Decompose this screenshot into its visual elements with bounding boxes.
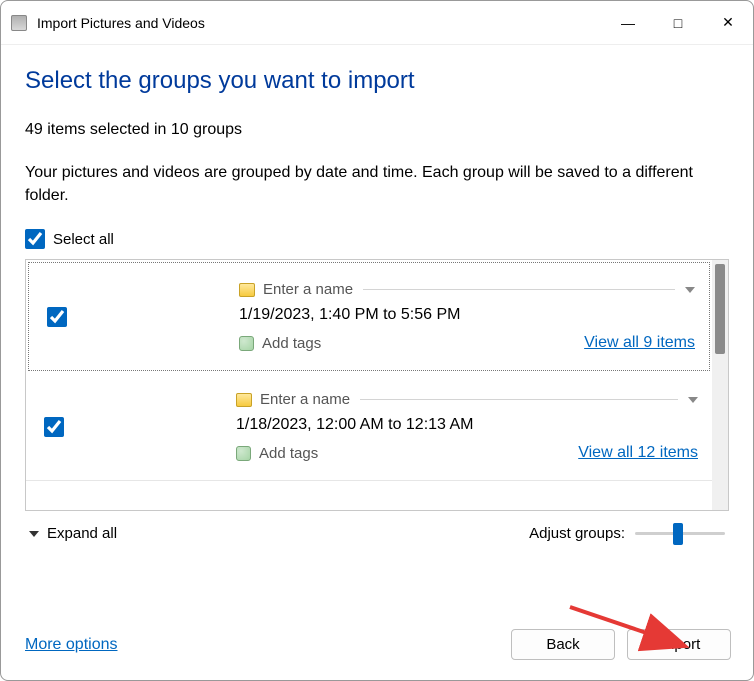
chevron-down-icon[interactable]	[685, 287, 695, 293]
titlebar: Import Pictures and Videos — □ ✕	[1, 1, 753, 45]
footer: More options Back Import	[1, 613, 753, 680]
maximize-button[interactable]: □	[653, 1, 703, 45]
group-name-input[interactable]: Enter a name	[260, 391, 350, 408]
groups-scroll[interactable]: Enter a name 1/19/2023, 1:40 PM to 5:56 …	[26, 260, 712, 510]
group-item[interactable]: Enter a name 1/19/2023, 1:40 PM to 5:56 …	[28, 262, 710, 371]
back-button[interactable]: Back	[511, 629, 615, 660]
page-title: Select the groups you want to import	[25, 67, 729, 95]
description-text: Your pictures and videos are grouped by …	[25, 161, 729, 207]
window-title: Import Pictures and Videos	[37, 15, 205, 31]
scrollbar[interactable]	[712, 260, 728, 510]
window-controls: — □ ✕	[603, 1, 753, 45]
more-options-link[interactable]: More options	[25, 636, 118, 654]
select-all-checkbox[interactable]	[25, 229, 45, 249]
close-button[interactable]: ✕	[703, 1, 753, 45]
add-tags-link[interactable]: Add tags	[262, 335, 321, 352]
minimize-button[interactable]: —	[603, 1, 653, 45]
add-tags-link[interactable]: Add tags	[259, 445, 318, 462]
content-area: Select the groups you want to import 49 …	[1, 45, 753, 613]
divider	[363, 289, 675, 290]
expand-all-link[interactable]: Expand all	[47, 525, 117, 542]
view-all-link[interactable]: View all 9 items	[584, 334, 695, 352]
adjust-groups-label: Adjust groups:	[529, 525, 625, 542]
folder-icon	[236, 393, 252, 407]
select-all-row: Select all	[25, 229, 729, 249]
group-item[interactable]: Enter a name 1/18/2023, 12:00 AM to 12:1…	[26, 373, 712, 481]
groups-list: Enter a name 1/19/2023, 1:40 PM to 5:56 …	[25, 259, 729, 511]
tag-icon	[236, 446, 251, 461]
group-checkbox[interactable]	[44, 417, 64, 437]
view-all-link[interactable]: View all 12 items	[578, 444, 698, 462]
group-name-input[interactable]: Enter a name	[263, 281, 353, 298]
select-all-label: Select all	[53, 231, 114, 248]
group-checkbox[interactable]	[47, 307, 67, 327]
app-icon	[11, 15, 27, 31]
chevron-down-icon	[29, 531, 39, 537]
chevron-down-icon[interactable]	[688, 397, 698, 403]
divider	[360, 399, 678, 400]
slider-thumb[interactable]	[673, 523, 683, 545]
selection-summary: 49 items selected in 10 groups	[25, 121, 729, 139]
expand-controls-row: Expand all Adjust groups:	[25, 511, 729, 548]
adjust-groups-slider[interactable]	[635, 532, 725, 535]
import-button[interactable]: Import	[627, 629, 731, 660]
tag-icon	[239, 336, 254, 351]
group-date-range: 1/19/2023, 1:40 PM to 5:56 PM	[239, 306, 695, 324]
group-date-range: 1/18/2023, 12:00 AM to 12:13 AM	[236, 416, 698, 434]
folder-icon	[239, 283, 255, 297]
scrollbar-thumb[interactable]	[715, 264, 725, 354]
